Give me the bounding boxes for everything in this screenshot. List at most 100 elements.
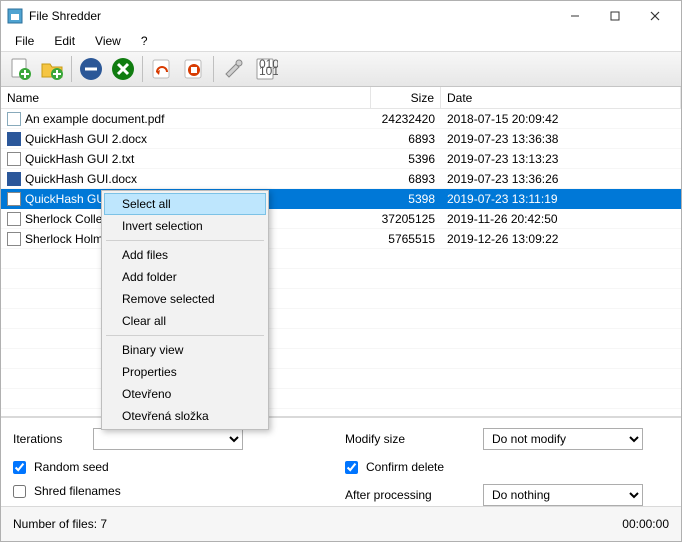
modify-size-label: Modify size [345,432,475,446]
confirm-delete-row: Confirm delete [345,460,669,474]
cell-size: 5398 [371,192,441,206]
after-processing-select[interactable]: Do nothing [483,484,643,506]
toolbar-stop-button[interactable] [179,54,209,84]
table-row[interactable]: QuickHash GUI 2.txt 53962019-07-23 13:13:… [1,149,681,169]
svg-text:101: 101 [259,64,278,78]
cm-otevreno[interactable]: Otevřeno [104,383,266,405]
close-button[interactable] [635,2,675,30]
toolbar: 010101 [1,51,681,87]
menu-edit[interactable]: Edit [46,32,83,50]
table-row[interactable]: QuickHash GUI 2.docx 68932019-07-23 13:36… [1,129,681,149]
options-panel: Iterations Random seed Shred filenames M… [1,417,681,507]
cm-add-files[interactable]: Add files [104,244,266,266]
file-name: QuickHash GUI 2.docx [25,132,147,146]
toolbar-settings-button[interactable] [218,54,248,84]
menu-file[interactable]: File [7,32,42,50]
menubar: File Edit View ? [1,31,681,51]
toolbar-add-file-button[interactable] [5,54,35,84]
cm-binary-view[interactable]: Binary view [104,339,266,361]
panel-right: Modify size Do not modify Confirm delete… [345,426,669,498]
cell-date: 2019-07-23 13:11:19 [441,192,681,206]
file-icon [7,212,21,226]
file-icon [7,232,21,246]
cell-size: 24232420 [371,112,441,126]
iterations-row: Iterations [13,428,337,450]
window-title: File Shredder [29,9,555,23]
modify-size-row: Modify size Do not modify [345,428,669,450]
random-seed-label: Random seed [34,460,109,474]
cell-name: QuickHash GUI 2.docx [1,132,371,146]
list-header: Name Size Date [1,87,681,109]
cell-size: 6893 [371,172,441,186]
file-icon [7,132,21,146]
modify-size-select[interactable]: Do not modify [483,428,643,450]
app-window: File Shredder File Edit View ? [0,0,682,542]
cm-select-all[interactable]: Select all [104,193,266,215]
cell-size: 37205125 [371,212,441,226]
toolbar-separator [142,56,143,82]
toolbar-clear-button[interactable] [108,54,138,84]
context-menu: Select all Invert selection Add files Ad… [101,190,269,430]
toolbar-add-folder-button[interactable] [37,54,67,84]
cell-name: An example document.pdf [1,112,371,126]
cm-clear-all[interactable]: Clear all [104,310,266,332]
cell-date: 2019-11-26 20:42:50 [441,212,681,226]
cell-date: 2018-07-15 20:09:42 [441,112,681,126]
confirm-delete-checkbox[interactable] [345,461,358,474]
column-name[interactable]: Name [1,87,371,108]
cell-size: 6893 [371,132,441,146]
maximize-button[interactable] [595,2,635,30]
column-size[interactable]: Size [371,87,441,108]
file-icon [7,192,21,206]
file-icon [7,152,21,166]
menu-view[interactable]: View [87,32,129,50]
toolbar-separator [71,56,72,82]
random-seed-checkbox[interactable] [13,461,26,474]
after-processing-label: After processing [345,488,475,502]
cell-date: 2019-12-26 13:09:22 [441,232,681,246]
cm-invert-selection[interactable]: Invert selection [104,215,266,237]
cell-size: 5765515 [371,232,441,246]
cm-properties[interactable]: Properties [104,361,266,383]
file-name: QuickHash GUI.docx [25,172,137,186]
cm-add-folder[interactable]: Add folder [104,266,266,288]
column-date[interactable]: Date [441,87,681,108]
toolbar-remove-button[interactable] [76,54,106,84]
cm-separator [106,335,264,336]
cm-remove-selected[interactable]: Remove selected [104,288,266,310]
status-time: 00:00:00 [549,517,669,531]
after-processing-row: After processing Do nothing [345,484,669,506]
minimize-button[interactable] [555,2,595,30]
cell-name: QuickHash GUI.docx [1,172,371,186]
cell-date: 2019-07-23 13:36:26 [441,172,681,186]
cell-name: QuickHash GUI 2.txt [1,152,371,166]
cell-date: 2019-07-23 13:13:23 [441,152,681,166]
app-icon [7,8,23,24]
shred-filenames-checkbox[interactable] [13,485,26,498]
random-seed-row: Random seed [13,460,337,474]
iterations-select[interactable] [93,428,243,450]
iterations-label: Iterations [13,432,85,446]
file-icon [7,172,21,186]
shred-filenames-label: Shred filenames [34,484,121,498]
toolbar-binary-button[interactable]: 010101 [250,54,280,84]
menu-help[interactable]: ? [133,32,156,50]
toolbar-separator [213,56,214,82]
table-row[interactable]: QuickHash GUI.docx 68932019-07-23 13:36:2… [1,169,681,189]
file-list[interactable]: Name Size Date An example document.pdf 24… [1,87,681,417]
cell-date: 2019-07-23 13:36:38 [441,132,681,146]
cm-separator [106,240,264,241]
panel-left: Iterations Random seed Shred filenames [13,426,337,498]
file-name: QuickHash GUI 2.txt [25,152,134,166]
cell-size: 5396 [371,152,441,166]
titlebar: File Shredder [1,1,681,31]
table-row[interactable]: An example document.pdf 242324202018-07-1… [1,109,681,129]
status-file-count: Number of files: 7 [13,517,549,531]
file-icon [7,112,21,126]
shred-filenames-row: Shred filenames [13,484,337,498]
file-name: An example document.pdf [25,112,164,126]
toolbar-shred-button[interactable] [147,54,177,84]
statusbar: Number of files: 7 00:00:00 [1,507,681,541]
confirm-delete-label: Confirm delete [366,460,444,474]
cm-otevrena-slozka[interactable]: Otevřená složka [104,405,266,427]
